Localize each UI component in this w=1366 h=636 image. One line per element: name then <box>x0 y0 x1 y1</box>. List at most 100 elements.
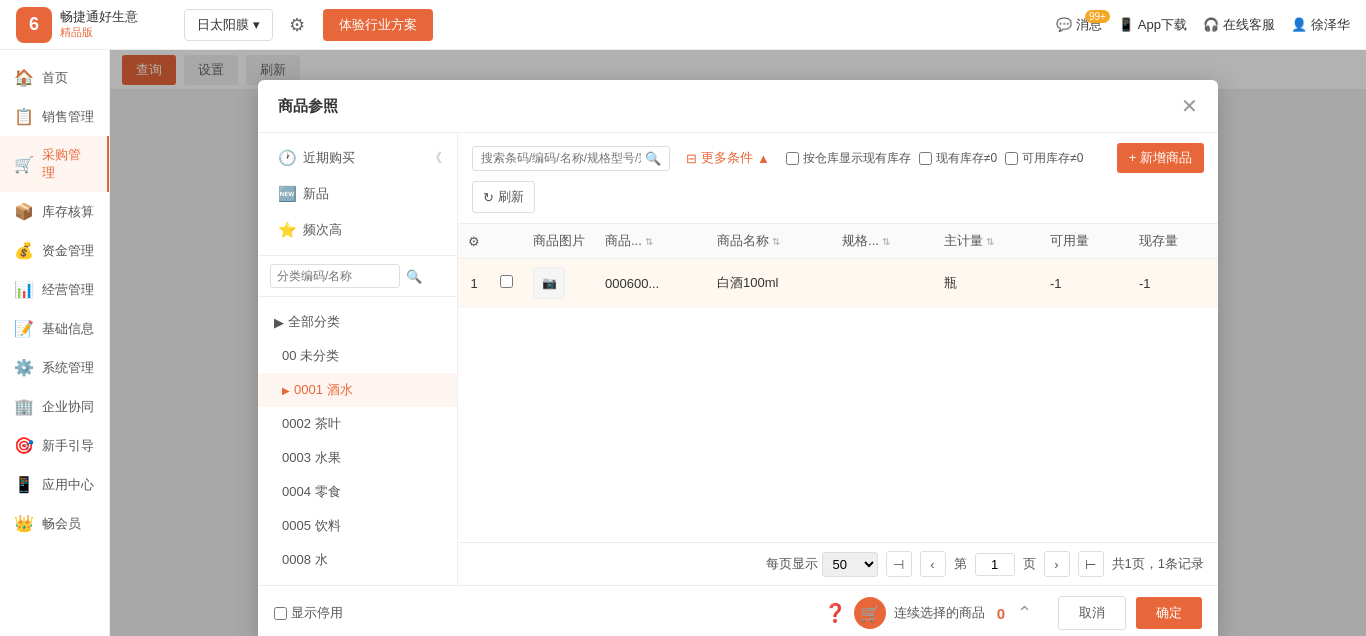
category-search-area: 🔍 <box>258 256 457 297</box>
sales-icon: 📋 <box>14 107 34 126</box>
sidebar-item-home[interactable]: 🏠 首页 <box>0 58 109 97</box>
last-page-btn[interactable]: ⊢ <box>1078 551 1104 577</box>
modal-close-btn[interactable]: ✕ <box>1181 94 1198 118</box>
confirm-btn[interactable]: 确定 <box>1136 597 1202 629</box>
modal-right-panel: 🔍 ⊟ 更多条件 ▲ 按仓库显示现有库存 <box>458 133 1218 585</box>
sidebar-item-purchase[interactable]: 🛒 采购管理 <box>0 136 109 192</box>
sidebar-item-operation[interactable]: 📊 经营管理 <box>0 270 109 309</box>
cell-code: 000600... <box>595 259 707 308</box>
col-settings[interactable]: ⚙ <box>458 224 490 259</box>
page-size-wrap: 每页显示 10 20 50 100 <box>766 552 878 577</box>
cell-stock: -1 <box>1129 259 1218 308</box>
product-search-wrap: 🔍 <box>472 146 670 171</box>
new-icon: 🆕 <box>278 185 297 203</box>
help-icon[interactable]: ❓ <box>824 602 846 624</box>
quick-recent-purchase[interactable]: 🕐 近期购买 <box>270 143 363 173</box>
search-icon[interactable]: 🔍 <box>645 151 661 166</box>
page-size-select[interactable]: 10 20 50 100 <box>822 552 878 577</box>
more-filters-btn[interactable]: ⊟ 更多条件 ▲ <box>678 145 778 171</box>
cat-0004[interactable]: 0004 零食 <box>258 475 457 509</box>
sidebar-item-inventory[interactable]: 📦 库存核算 <box>0 192 109 231</box>
col-available[interactable]: 可用量 <box>1040 224 1129 259</box>
col-name[interactable]: 商品名称 ⇅ <box>707 224 832 259</box>
sort-unit-icon: ⇅ <box>986 236 994 247</box>
category-search-input[interactable] <box>270 264 400 288</box>
messages-btn[interactable]: 💬 消息 99+ <box>1056 16 1102 34</box>
usable-ne0-checkbox[interactable] <box>1005 152 1018 165</box>
cell-check[interactable] <box>490 259 523 308</box>
col-code[interactable]: 商品... ⇅ <box>595 224 707 259</box>
messages-badge: 99+ <box>1085 10 1110 23</box>
disabled-checkbox[interactable] <box>274 607 287 620</box>
headset-icon: 🎧 <box>1203 17 1219 32</box>
page-label-2: 页 <box>1023 555 1036 573</box>
check-usable-ne0[interactable]: 可用库存≠0 <box>1005 150 1083 167</box>
table-row[interactable]: 1 📷 <box>458 259 1218 308</box>
logo-icon: 6 <box>16 7 52 43</box>
user-avatar[interactable]: 👤 徐泽华 <box>1291 16 1350 34</box>
sidebar-item-apps[interactable]: 📱 应用中心 <box>0 465 109 504</box>
col-spec[interactable]: 规格... ⇅ <box>832 224 934 259</box>
warehouse-checkbox[interactable] <box>786 152 799 165</box>
page-input[interactable] <box>975 553 1015 576</box>
col-unit[interactable]: 主计量 ⇅ <box>934 224 1040 259</box>
prev-page-btn[interactable]: ‹ <box>920 551 946 577</box>
row-checkbox[interactable] <box>500 275 513 288</box>
product-table-wrap: ⚙ 商品图片 商品... ⇅ <box>458 224 1218 542</box>
sidebar-item-sales[interactable]: 📋 销售管理 <box>0 97 109 136</box>
col-stock[interactable]: 现存量 <box>1129 224 1218 259</box>
top-nav: 6 畅捷通好生意 精品版 日太阳膜 ▾ ⚙ 体验行业方案 💬 消息 99+ 📱 … <box>0 0 1366 50</box>
refresh-btn[interactable]: ↻ 刷新 <box>472 181 535 213</box>
modal-overlay: 商品参照 ✕ 🕐 近期购买 《 <box>110 50 1366 636</box>
sidebar-item-member[interactable]: 👑 畅会员 <box>0 504 109 543</box>
app-download-btn[interactable]: 📱 App下载 <box>1118 16 1187 34</box>
member-icon: 👑 <box>14 514 34 533</box>
edition-label: 精品版 <box>60 25 138 40</box>
cat-0002[interactable]: 0002 茶叶 <box>258 407 457 441</box>
quick-new-products[interactable]: 🆕 新品 <box>270 179 445 209</box>
collapse-footer-btn[interactable]: ⌃ <box>1017 602 1032 624</box>
settings-icon[interactable]: ⚙ <box>281 9 313 41</box>
cat-0005[interactable]: 0005 饮料 <box>258 509 457 543</box>
cat-0003[interactable]: 0003 水果 <box>258 441 457 475</box>
cell-index: 1 <box>458 259 490 308</box>
sort-spec-icon: ⇅ <box>882 236 890 247</box>
nav-dropdown[interactable]: 日太阳膜 ▾ <box>184 9 273 41</box>
cat-0010[interactable]: 0010 家电 <box>258 577 457 585</box>
sidebar-item-finance[interactable]: 💰 资金管理 <box>0 231 109 270</box>
category-search-icon[interactable]: 🔍 <box>406 269 422 284</box>
online-service-btn[interactable]: 🎧 在线客服 <box>1203 16 1275 34</box>
available-ne0-checkbox[interactable] <box>919 152 932 165</box>
sidebar-item-enterprise[interactable]: 🏢 企业协同 <box>0 387 109 426</box>
sidebar-label-sales: 销售管理 <box>42 108 94 126</box>
collapse-panel-btn[interactable]: 《 <box>425 148 445 168</box>
cancel-btn[interactable]: 取消 <box>1058 596 1126 630</box>
first-page-btn[interactable]: ⊣ <box>886 551 912 577</box>
next-page-btn[interactable]: › <box>1044 551 1070 577</box>
new-product-btn[interactable]: + 新增商品 <box>1117 143 1204 173</box>
footer-right: 取消 确定 <box>1058 596 1202 630</box>
sidebar-label-basic: 基础信息 <box>42 320 94 338</box>
apps-icon: 📱 <box>14 475 34 494</box>
pagination-bar: 每页显示 10 20 50 100 ⊣ ‹ 第 <box>458 542 1218 585</box>
trial-btn[interactable]: 体验行业方案 <box>323 9 433 41</box>
product-table: ⚙ 商品图片 商品... ⇅ <box>458 224 1218 308</box>
sidebar-item-basic[interactable]: 📝 基础信息 <box>0 309 109 348</box>
check-available-ne0[interactable]: 现有库存≠0 <box>919 150 997 167</box>
product-search-input[interactable] <box>481 151 641 165</box>
avatar-icon: 👤 <box>1291 17 1307 32</box>
chevron-down-icon: ▾ <box>253 17 260 32</box>
sidebar-item-guide[interactable]: 🎯 新手引导 <box>0 426 109 465</box>
cat-00[interactable]: 00 未分类 <box>258 339 457 373</box>
cat-0001[interactable]: ▶ 0001 酒水 <box>258 373 457 407</box>
sidebar-item-system[interactable]: ⚙️ 系统管理 <box>0 348 109 387</box>
check-by-warehouse[interactable]: 按仓库显示现有库存 <box>786 150 911 167</box>
cat-0008[interactable]: 0008 水 <box>258 543 457 577</box>
quick-high-frequency[interactable]: ⭐ 频次高 <box>270 215 445 245</box>
show-disabled-check[interactable]: 显示停用 <box>274 604 343 622</box>
cell-available: -1 <box>1040 259 1129 308</box>
sidebar-label-finance: 资金管理 <box>42 242 94 260</box>
modal-footer: 显示停用 ❓ 🛒 连续选择的商品 0 ⌃ 取消 确定 <box>258 585 1218 636</box>
cat-arrow-all: ▶ <box>274 315 284 330</box>
cat-all[interactable]: ▶ 全部分类 <box>258 305 457 339</box>
